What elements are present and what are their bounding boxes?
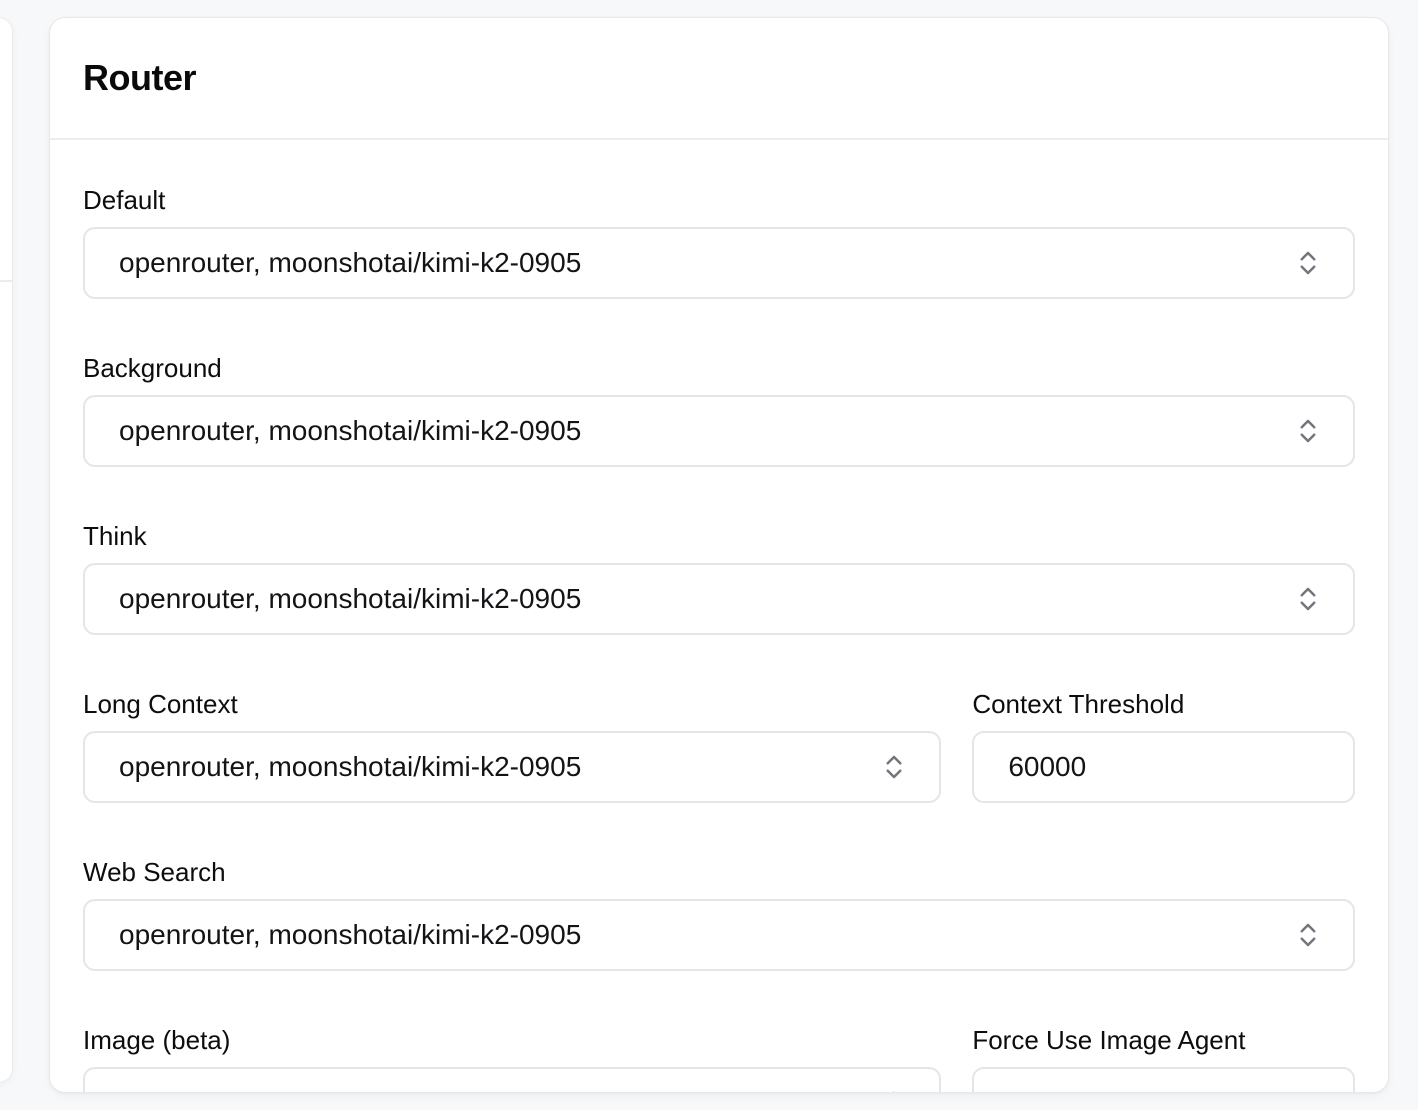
chevrons-up-down-icon (886, 755, 902, 779)
field-background: Background openrouter, moonshotai/kimi-k… (83, 353, 1355, 467)
field-long-context: Long Context openrouter, moonshotai/kimi… (83, 689, 942, 803)
settings-page: Router Default openrouter, moonshotai/ki… (0, 0, 1418, 1110)
chevrons-up-down-icon (1300, 251, 1316, 275)
router-card-header: Router (50, 18, 1388, 140)
force-use-image-agent-input[interactable] (972, 1067, 1355, 1092)
router-card: Router Default openrouter, moonshotai/ki… (49, 17, 1389, 1093)
field-long-context-row: Long Context openrouter, moonshotai/kimi… (83, 689, 1355, 803)
chevrons-up-down-icon (1300, 923, 1316, 947)
default-label: Default (83, 185, 166, 215)
field-image-row: Image (beta) Force Use Image Agent (83, 1025, 1355, 1092)
think-label: Think (83, 521, 147, 551)
page-title: Router (83, 57, 197, 98)
router-form: Default openrouter, moonshotai/kimi-k2-0… (50, 140, 1388, 1092)
web-search-select[interactable]: openrouter, moonshotai/kimi-k2-0905 (83, 899, 1355, 971)
image-label: Image (beta) (83, 1025, 231, 1055)
long-context-select[interactable]: openrouter, moonshotai/kimi-k2-0905 (83, 731, 942, 803)
background-label: Background (83, 353, 222, 383)
context-threshold-label: Context Threshold (972, 689, 1185, 719)
field-default: Default openrouter, moonshotai/kimi-k2-0… (83, 185, 1355, 299)
web-search-label: Web Search (83, 857, 226, 887)
adjacent-card-edge (0, 17, 13, 1083)
force-use-image-agent-label: Force Use Image Agent (972, 1025, 1246, 1055)
background-select-value: openrouter, moonshotai/kimi-k2-0905 (119, 415, 582, 446)
field-image: Image (beta) (83, 1025, 942, 1092)
field-think: Think openrouter, moonshotai/kimi-k2-090… (83, 521, 1355, 635)
chevrons-up-down-icon (1300, 419, 1316, 443)
chevrons-up-down-icon (1300, 587, 1316, 611)
field-web-search: Web Search openrouter, moonshotai/kimi-k… (83, 857, 1355, 971)
context-threshold-input[interactable] (972, 731, 1355, 803)
chevrons-up-down-icon (893, 1091, 896, 1092)
web-search-select-value: openrouter, moonshotai/kimi-k2-0905 (119, 919, 582, 950)
think-select[interactable]: openrouter, moonshotai/kimi-k2-0905 (83, 563, 1355, 635)
long-context-select-value: openrouter, moonshotai/kimi-k2-0905 (119, 751, 582, 782)
field-context-threshold: Context Threshold (972, 689, 1355, 803)
default-select[interactable]: openrouter, moonshotai/kimi-k2-0905 (83, 227, 1355, 299)
field-force-use-image-agent: Force Use Image Agent (972, 1025, 1355, 1092)
think-select-value: openrouter, moonshotai/kimi-k2-0905 (119, 583, 582, 614)
background-select[interactable]: openrouter, moonshotai/kimi-k2-0905 (83, 395, 1355, 467)
default-select-value: openrouter, moonshotai/kimi-k2-0905 (119, 247, 582, 278)
adjacent-card-divider (0, 280, 12, 282)
long-context-label: Long Context (83, 689, 238, 719)
image-select[interactable] (83, 1067, 942, 1092)
